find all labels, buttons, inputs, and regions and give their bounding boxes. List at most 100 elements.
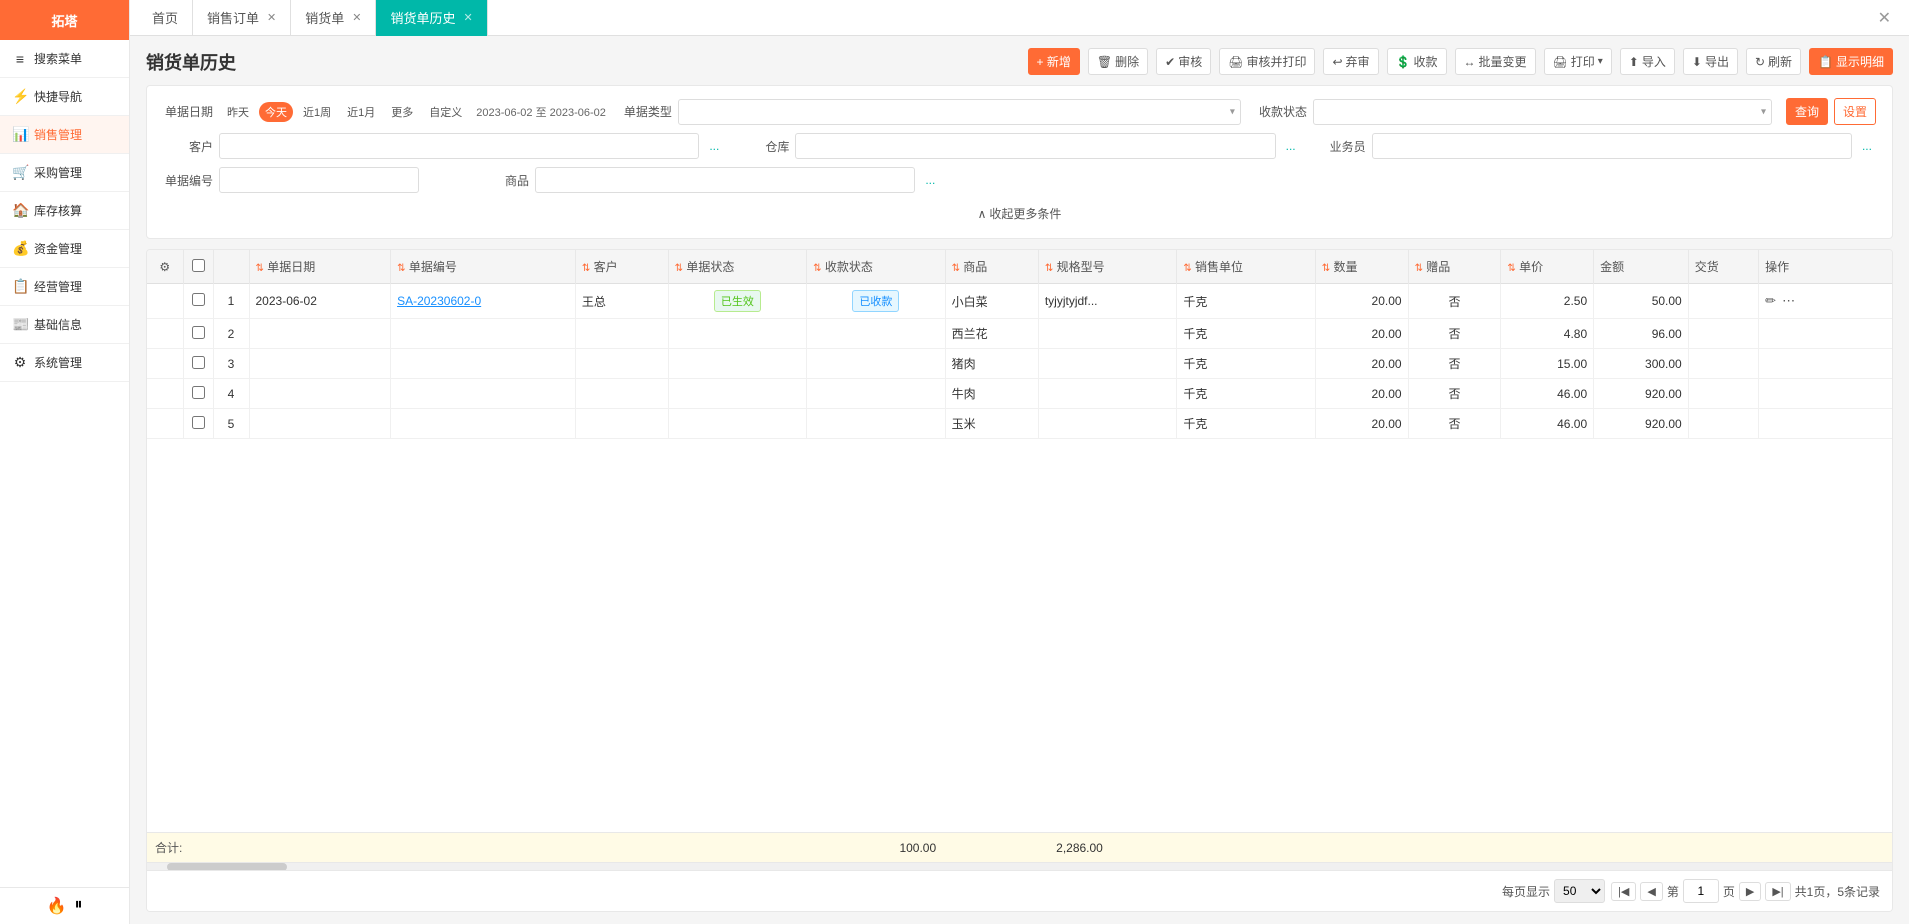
new-button[interactable]: + 新增	[1028, 48, 1080, 75]
table-scroll-area[interactable]: ⚙ ⇅ 单据日期 ⇅ 单据编号	[147, 250, 1892, 832]
sidebar-item-search-menu[interactable]: ≡ 搜索菜单	[0, 40, 129, 78]
table-col-gear[interactable]: ⚙	[147, 250, 183, 284]
salesperson-input[interactable]	[1372, 133, 1852, 159]
doc-no-link[interactable]: SA-20230602-0	[397, 294, 481, 308]
row-num: 2	[213, 319, 249, 349]
payment-status-select[interactable]	[1313, 99, 1772, 125]
warehouse-ellipsis[interactable]: ...	[1282, 137, 1300, 155]
abandon-button[interactable]: ↩ 弃审	[1323, 48, 1378, 75]
import-button[interactable]: ⬆ 导入	[1620, 48, 1675, 75]
table-col-customer[interactable]: ⇅ 客户	[575, 250, 668, 284]
table-col-gift[interactable]: ⇅ 赠品	[1408, 250, 1501, 284]
date-tag-more[interactable]: 更多	[385, 102, 419, 122]
row-amount: 50.00	[1594, 284, 1689, 319]
sidebar-item-quick-nav[interactable]: ⚡ 快捷导航	[0, 78, 129, 116]
customer-input[interactable]	[219, 133, 699, 159]
summary-total-quantity: 100.00	[215, 841, 1056, 855]
sidebar-item-sales-mgmt[interactable]: 📊 销售管理	[0, 116, 129, 154]
search-menu-icon: ≡	[12, 51, 28, 67]
date-tag-yesterday[interactable]: 昨天	[221, 102, 255, 122]
batch-change-button[interactable]: ↔ 批量变更	[1455, 48, 1536, 75]
table-col-goods[interactable]: ⇅ 商品	[945, 250, 1038, 284]
tab-sales-order[interactable]: 销售订单 ✕	[193, 0, 291, 36]
page-content: 销货单历史 + 新增 🗑 删除 ✔ 审核 🖨 审核并打印 ↩ 弃审	[130, 36, 1909, 924]
sidebar-item-purchase-mgmt[interactable]: 🛒 采购管理	[0, 154, 129, 192]
goods-ellipsis[interactable]: ...	[921, 171, 939, 189]
tab-close-sales-goods[interactable]: ✕	[352, 11, 361, 24]
query-button[interactable]: 查询	[1786, 98, 1828, 125]
row-gear	[147, 349, 183, 379]
date-tag-today[interactable]: 今天	[259, 102, 293, 122]
refresh-button[interactable]: ↻ 刷新	[1746, 48, 1801, 75]
row-select-checkbox[interactable]	[192, 326, 205, 339]
row-checkbox[interactable]	[183, 379, 213, 409]
close-all-tabs[interactable]: ✕	[1868, 8, 1901, 28]
customer-ellipsis[interactable]: ...	[705, 137, 723, 155]
tab-sales-goods[interactable]: 销货单 ✕	[291, 0, 376, 36]
delete-button[interactable]: 🗑 删除	[1088, 48, 1148, 75]
row-select-checkbox[interactable]	[192, 386, 205, 399]
row-unit: 千克	[1177, 409, 1315, 439]
table-col-doc-status[interactable]: ⇅ 单据状态	[668, 250, 806, 284]
salesperson-ellipsis[interactable]: ...	[1858, 137, 1876, 155]
tab-close-sales-order[interactable]: ✕	[267, 11, 276, 24]
table-col-doc-date[interactable]: ⇅ 单据日期	[249, 250, 391, 284]
show-detail-button[interactable]: 📋 显示明细	[1809, 48, 1893, 75]
table-col-unit[interactable]: ⇅ 销售单位	[1177, 250, 1315, 284]
date-tag-7days[interactable]: 近1周	[297, 102, 337, 122]
row-checkbox[interactable]	[183, 409, 213, 439]
settings-button[interactable]: 设置	[1834, 98, 1876, 125]
page-size-select[interactable]: 20 50 100 200	[1554, 879, 1605, 903]
next-page-button[interactable]: ▶	[1739, 882, 1761, 901]
sidebar-item-finance-mgmt[interactable]: 💰 资金管理	[0, 230, 129, 268]
sidebar-item-sys-mgmt[interactable]: ⚙ 系统管理	[0, 344, 129, 382]
date-tag-custom[interactable]: 自定义	[423, 102, 468, 122]
row-checkbox[interactable]	[183, 349, 213, 379]
sidebar-pause-icon[interactable]: ⏸	[74, 896, 82, 916]
page-number-input[interactable]	[1683, 879, 1719, 903]
row-customer	[575, 409, 668, 439]
last-page-button[interactable]: ▶|	[1765, 882, 1790, 901]
row-gift: 否	[1408, 284, 1501, 319]
row-select-checkbox[interactable]	[192, 293, 205, 306]
row-payment-status	[807, 349, 945, 379]
sidebar-item-ops-mgmt[interactable]: 📋 经营管理	[0, 268, 129, 306]
export-button[interactable]: ⬇ 导出	[1683, 48, 1738, 75]
sidebar-item-inventory-calc[interactable]: 🏠 库存核算	[0, 192, 129, 230]
date-tag-1month[interactable]: 近1月	[341, 102, 381, 122]
row-select-checkbox[interactable]	[192, 356, 205, 369]
table-col-quantity[interactable]: ⇅ 数量	[1315, 250, 1408, 284]
table-col-spec[interactable]: ⇅ 规格型号	[1038, 250, 1176, 284]
sort-icon-doc-status: ⇅	[675, 263, 683, 274]
docno-input[interactable]	[219, 167, 419, 193]
collapse-button[interactable]: ∧ 收起更多条件	[970, 201, 1070, 226]
prev-page-button[interactable]: ◀	[1640, 882, 1662, 901]
more-action[interactable]: ⋯	[1782, 293, 1795, 309]
select-all-checkbox[interactable]	[192, 259, 205, 272]
sidebar-item-base-info[interactable]: 📰 基础信息	[0, 306, 129, 344]
goods-label: 商品	[479, 172, 529, 189]
horizontal-scrollbar[interactable]	[147, 862, 1892, 870]
sidebar-fire-icon[interactable]: 🔥	[47, 896, 67, 916]
tab-sales-history[interactable]: 销货单历史 ✕	[376, 0, 487, 36]
collect-button[interactable]: 💲 收款	[1387, 48, 1447, 75]
edit-action[interactable]: ✏	[1765, 293, 1776, 309]
table-col-payment-status[interactable]: ⇅ 收款状态	[807, 250, 945, 284]
row-checkbox[interactable]	[183, 319, 213, 349]
doc-type-select-wrap	[678, 99, 1241, 125]
goods-input[interactable]	[535, 167, 915, 193]
table-col-doc-no[interactable]: ⇅ 单据编号	[391, 250, 576, 284]
table-col-unit-price[interactable]: ⇅ 单价	[1501, 250, 1594, 284]
tab-close-sales-history[interactable]: ✕	[464, 11, 473, 24]
sort-icon-goods: ⇅	[952, 263, 960, 274]
warehouse-input[interactable]	[795, 133, 1275, 159]
table-header-row: ⚙ ⇅ 单据日期 ⇅ 单据编号	[147, 250, 1892, 284]
doc-type-select[interactable]	[678, 99, 1241, 125]
tab-home[interactable]: 首页	[138, 0, 193, 36]
row-select-checkbox[interactable]	[192, 416, 205, 429]
first-page-button[interactable]: |◀	[1611, 882, 1636, 901]
audit-button[interactable]: ✔ 审核	[1156, 48, 1211, 75]
audit-print-button[interactable]: 🖨 审核并打印	[1219, 48, 1315, 75]
row-checkbox[interactable]	[183, 284, 213, 319]
print-button[interactable]: 🖨 打印 ▾	[1544, 48, 1612, 75]
